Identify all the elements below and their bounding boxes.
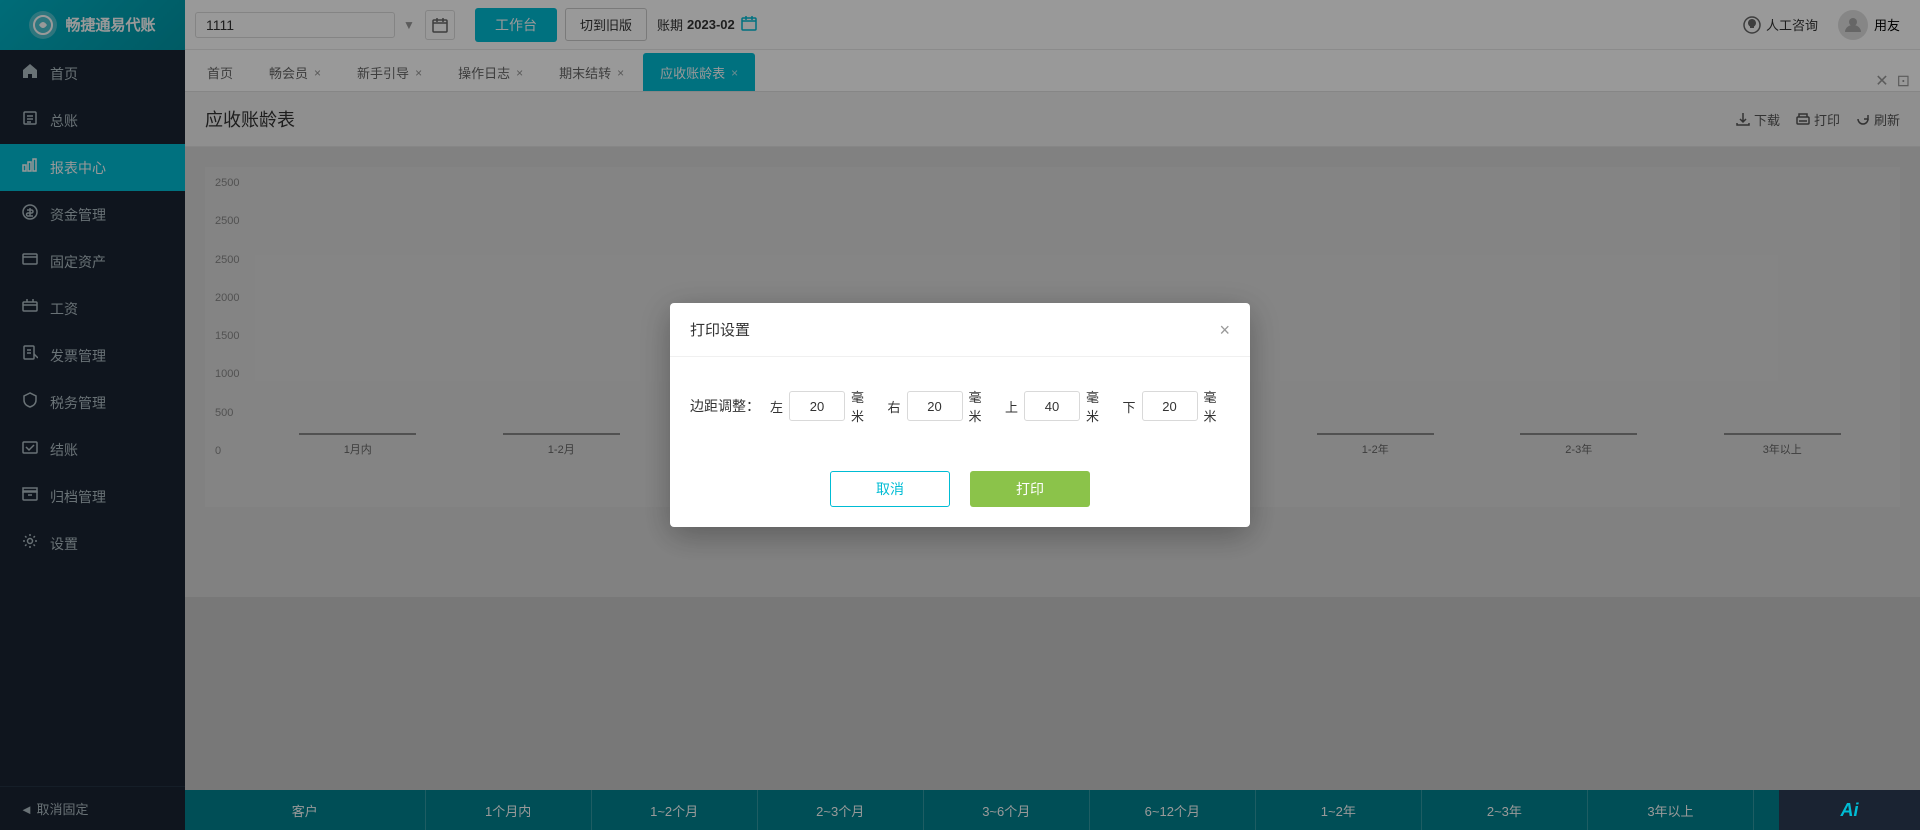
top-margin-input[interactable] <box>1024 391 1080 421</box>
bottom-unit-label: 毫米 <box>1204 387 1220 425</box>
left-unit-label: 毫米 <box>851 387 867 425</box>
confirm-print-button[interactable]: 打印 <box>970 471 1090 507</box>
modal-footer: 取消 打印 <box>670 455 1250 527</box>
right-direction-label: 右 <box>888 397 901 416</box>
top-direction-label: 上 <box>1005 397 1018 416</box>
right-unit-label: 毫米 <box>969 387 985 425</box>
right-margin-input[interactable] <box>907 391 963 421</box>
margin-top-group: 上 毫米 <box>1005 387 1103 425</box>
modal-title: 打印设置 <box>690 319 750 340</box>
left-direction-label: 左 <box>770 397 783 416</box>
modal-close-button[interactable]: × <box>1219 321 1230 339</box>
margin-bottom-group: 下 毫米 <box>1123 387 1221 425</box>
modal-header: 打印设置 × <box>670 303 1250 357</box>
margin-row: 边距调整： 左 毫米 右 毫米 上 毫米 下 <box>690 387 1230 425</box>
print-dialog: 打印设置 × 边距调整： 左 毫米 右 毫米 上 毫米 <box>670 303 1250 527</box>
ai-badge-label: Ai <box>1841 800 1859 821</box>
bottom-direction-label: 下 <box>1123 397 1136 416</box>
margin-left-group: 左 毫米 <box>770 387 868 425</box>
left-margin-input[interactable] <box>789 391 845 421</box>
bottom-margin-input[interactable] <box>1142 391 1198 421</box>
margin-right-group: 右 毫米 <box>888 387 986 425</box>
ai-badge[interactable]: Ai <box>1779 790 1920 830</box>
modal-body: 边距调整： 左 毫米 右 毫米 上 毫米 下 <box>670 357 1250 455</box>
margin-adjust-label: 边距调整： <box>690 396 760 416</box>
cancel-button[interactable]: 取消 <box>830 471 950 507</box>
modal-overlay[interactable]: 打印设置 × 边距调整： 左 毫米 右 毫米 上 毫米 <box>0 0 1920 830</box>
top-unit-label: 毫米 <box>1086 387 1102 425</box>
